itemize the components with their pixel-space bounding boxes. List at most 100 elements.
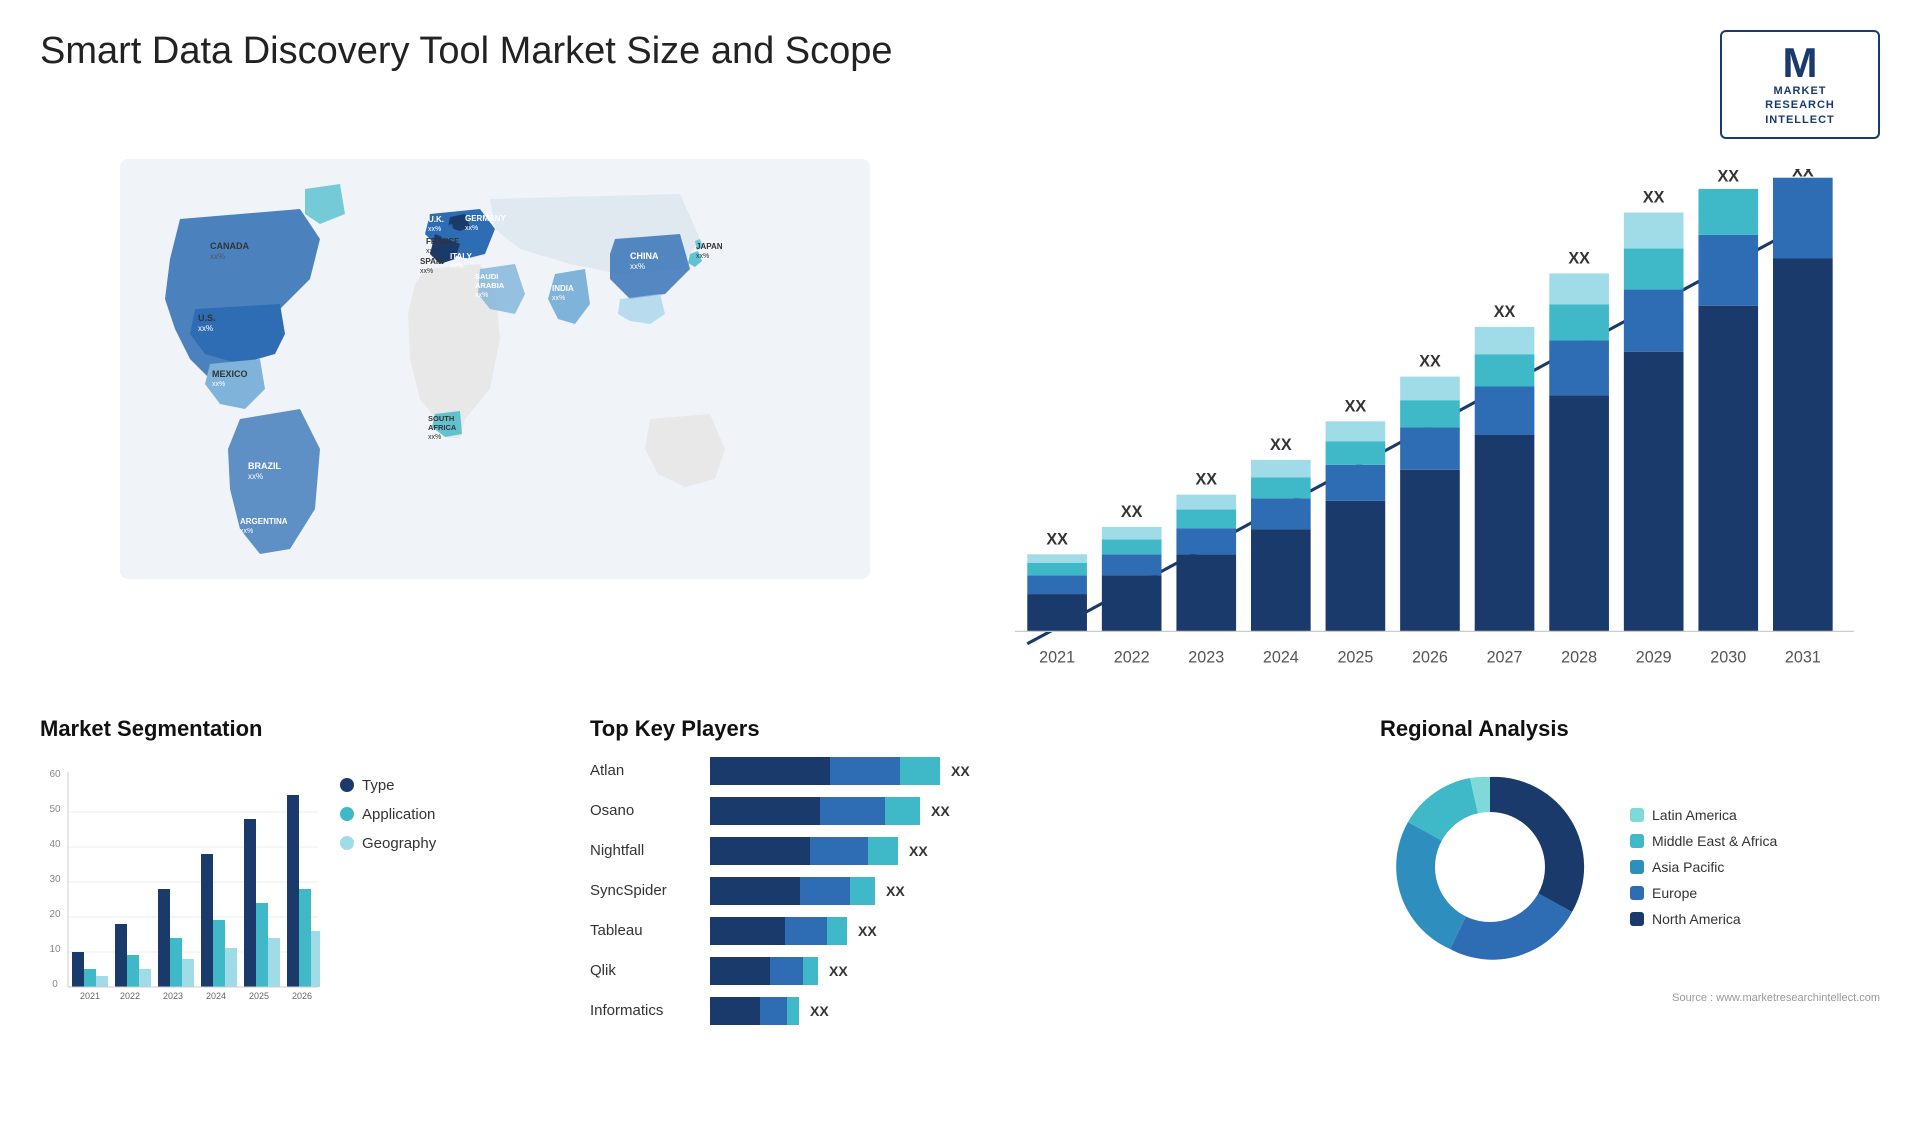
segmentation-title: Market Segmentation [40, 716, 560, 742]
svg-text:2026: 2026 [1412, 648, 1448, 666]
geo-dot [340, 836, 354, 850]
svg-text:xx%: xx% [696, 253, 709, 260]
regional-donut-chart [1380, 757, 1600, 977]
svg-text:GERMANY: GERMANY [465, 214, 507, 223]
svg-text:2021: 2021 [1039, 648, 1075, 666]
legend-middle-east-africa: Middle East & Africa [1630, 833, 1777, 849]
svg-text:XX: XX [1121, 503, 1143, 521]
north-america-dot [1630, 912, 1644, 926]
europe-dot [1630, 886, 1644, 900]
world-map: CANADA xx% U.S. xx% MEXICO xx% BRAZIL xx… [40, 159, 950, 579]
canada-label: CANADA [210, 241, 249, 251]
svg-text:XX: XX [1792, 169, 1814, 180]
svg-text:SAUDI: SAUDI [475, 272, 498, 281]
brand-logo: M MARKET RESEARCH INTELLECT [1720, 30, 1880, 139]
latin-america-dot [1630, 808, 1644, 822]
svg-text:2024: 2024 [1263, 648, 1299, 666]
legend-europe: Europe [1630, 885, 1777, 901]
segmentation-chart: 0 10 20 30 40 50 60 2021 [40, 757, 320, 1007]
player-row-atlan: Atlan XX [590, 757, 1350, 785]
svg-text:xx%: xx% [212, 381, 225, 388]
svg-text:AFRICA: AFRICA [428, 423, 457, 432]
app-dot [340, 807, 354, 821]
players-section: Top Key Players Atlan XX Osano [580, 716, 1360, 1037]
page-title: Smart Data Discovery Tool Market Size an… [40, 30, 893, 73]
svg-text:xx%: xx% [450, 263, 463, 270]
svg-text:2027: 2027 [1487, 648, 1523, 666]
player-row-osano: Osano XX [590, 797, 1350, 825]
legend-type: Type [340, 777, 436, 794]
logo-text: MARKET RESEARCH INTELLECT [1765, 84, 1835, 127]
svg-text:2024: 2024 [206, 991, 226, 1001]
svg-text:2023: 2023 [1188, 648, 1224, 666]
logo-letter: M [1783, 42, 1818, 84]
svg-text:2028: 2028 [1561, 648, 1597, 666]
page-header: Smart Data Discovery Tool Market Size an… [40, 30, 1880, 139]
player-row-tableau: Tableau XX [590, 917, 1350, 945]
segmentation-section: Market Segmentation 0 10 20 30 40 50 60 [40, 716, 560, 1037]
svg-text:ARABIA: ARABIA [475, 281, 505, 290]
legend-application: Application [340, 806, 436, 823]
svg-text:2022: 2022 [1114, 648, 1150, 666]
legend-north-america: North America [1630, 911, 1777, 927]
svg-text:2026: 2026 [292, 991, 312, 1001]
svg-text:xx%: xx% [240, 528, 253, 535]
svg-text:XX: XX [1046, 530, 1068, 548]
svg-text:2022: 2022 [120, 991, 140, 1001]
regional-title: Regional Analysis [1380, 716, 1880, 742]
regional-legend: Latin America Middle East & Africa Asia … [1630, 807, 1777, 927]
map-section: CANADA xx% U.S. xx% MEXICO xx% BRAZIL xx… [40, 159, 950, 579]
svg-text:0: 0 [52, 979, 58, 990]
svg-text:U.K.: U.K. [428, 215, 444, 224]
svg-text:20: 20 [49, 909, 61, 920]
svg-text:INDIA: INDIA [552, 284, 574, 293]
segmentation-legend: Type Application Geography [340, 777, 436, 852]
svg-text:xx%: xx% [426, 248, 439, 255]
svg-text:2025: 2025 [249, 991, 269, 1001]
svg-text:XX: XX [1717, 169, 1739, 185]
svg-text:2025: 2025 [1337, 648, 1373, 666]
svg-text:ARGENTINA: ARGENTINA [240, 517, 288, 526]
svg-text:2023: 2023 [163, 991, 183, 1001]
svg-text:xx%: xx% [248, 472, 263, 481]
svg-text:XX: XX [1494, 303, 1516, 321]
svg-text:30: 30 [49, 874, 61, 885]
regional-section: Regional Analysis [1380, 716, 1880, 1037]
svg-text:ITALY: ITALY [450, 252, 472, 261]
growth-chart: XX 2021 XX 2022 XX 2023 XX 2024 [990, 169, 1860, 696]
bar-seg3 [900, 757, 940, 785]
bar-chart-section: XX 2021 XX 2022 XX 2023 XX 2024 [970, 159, 1880, 706]
player-row-qlik: Qlik XX [590, 957, 1350, 985]
svg-text:MEXICO: MEXICO [212, 369, 248, 379]
players-title: Top Key Players [590, 716, 1350, 742]
legend-asia-pacific: Asia Pacific [1630, 859, 1777, 875]
svg-text:xx%: xx% [198, 324, 213, 333]
svg-text:xx%: xx% [465, 225, 478, 232]
svg-text:SPAIN: SPAIN [420, 257, 444, 266]
bar-seg1 [710, 757, 830, 785]
svg-text:xx%: xx% [475, 292, 488, 299]
svg-text:xx%: xx% [630, 262, 645, 271]
svg-text:XX: XX [1270, 436, 1292, 454]
player-row-syncspider: SyncSpider XX [590, 877, 1350, 905]
svg-text:CHINA: CHINA [630, 251, 659, 261]
svg-text:XX: XX [1345, 397, 1367, 415]
svg-text:XX: XX [1419, 353, 1441, 371]
bottom-row: Market Segmentation 0 10 20 30 40 50 60 [40, 716, 1880, 1037]
player-row-informatics: Informatics XX [590, 997, 1350, 1025]
regional-inner: Latin America Middle East & Africa Asia … [1380, 757, 1880, 977]
svg-text:XX: XX [1643, 188, 1665, 206]
svg-text:BRAZIL: BRAZIL [248, 461, 281, 471]
svg-text:xx%: xx% [428, 226, 441, 233]
svg-text:xx%: xx% [552, 295, 565, 302]
svg-text:2021: 2021 [80, 991, 100, 1001]
svg-text:2031: 2031 [1785, 648, 1821, 666]
bar-seg2 [830, 757, 900, 785]
svg-text:SOUTH: SOUTH [428, 414, 454, 423]
middle-east-dot [1630, 834, 1644, 848]
type-dot [340, 778, 354, 792]
svg-text:10: 10 [49, 944, 61, 955]
svg-text:XX: XX [1568, 249, 1590, 267]
svg-text:XX: XX [1195, 471, 1217, 489]
svg-text:xx%: xx% [210, 252, 225, 261]
